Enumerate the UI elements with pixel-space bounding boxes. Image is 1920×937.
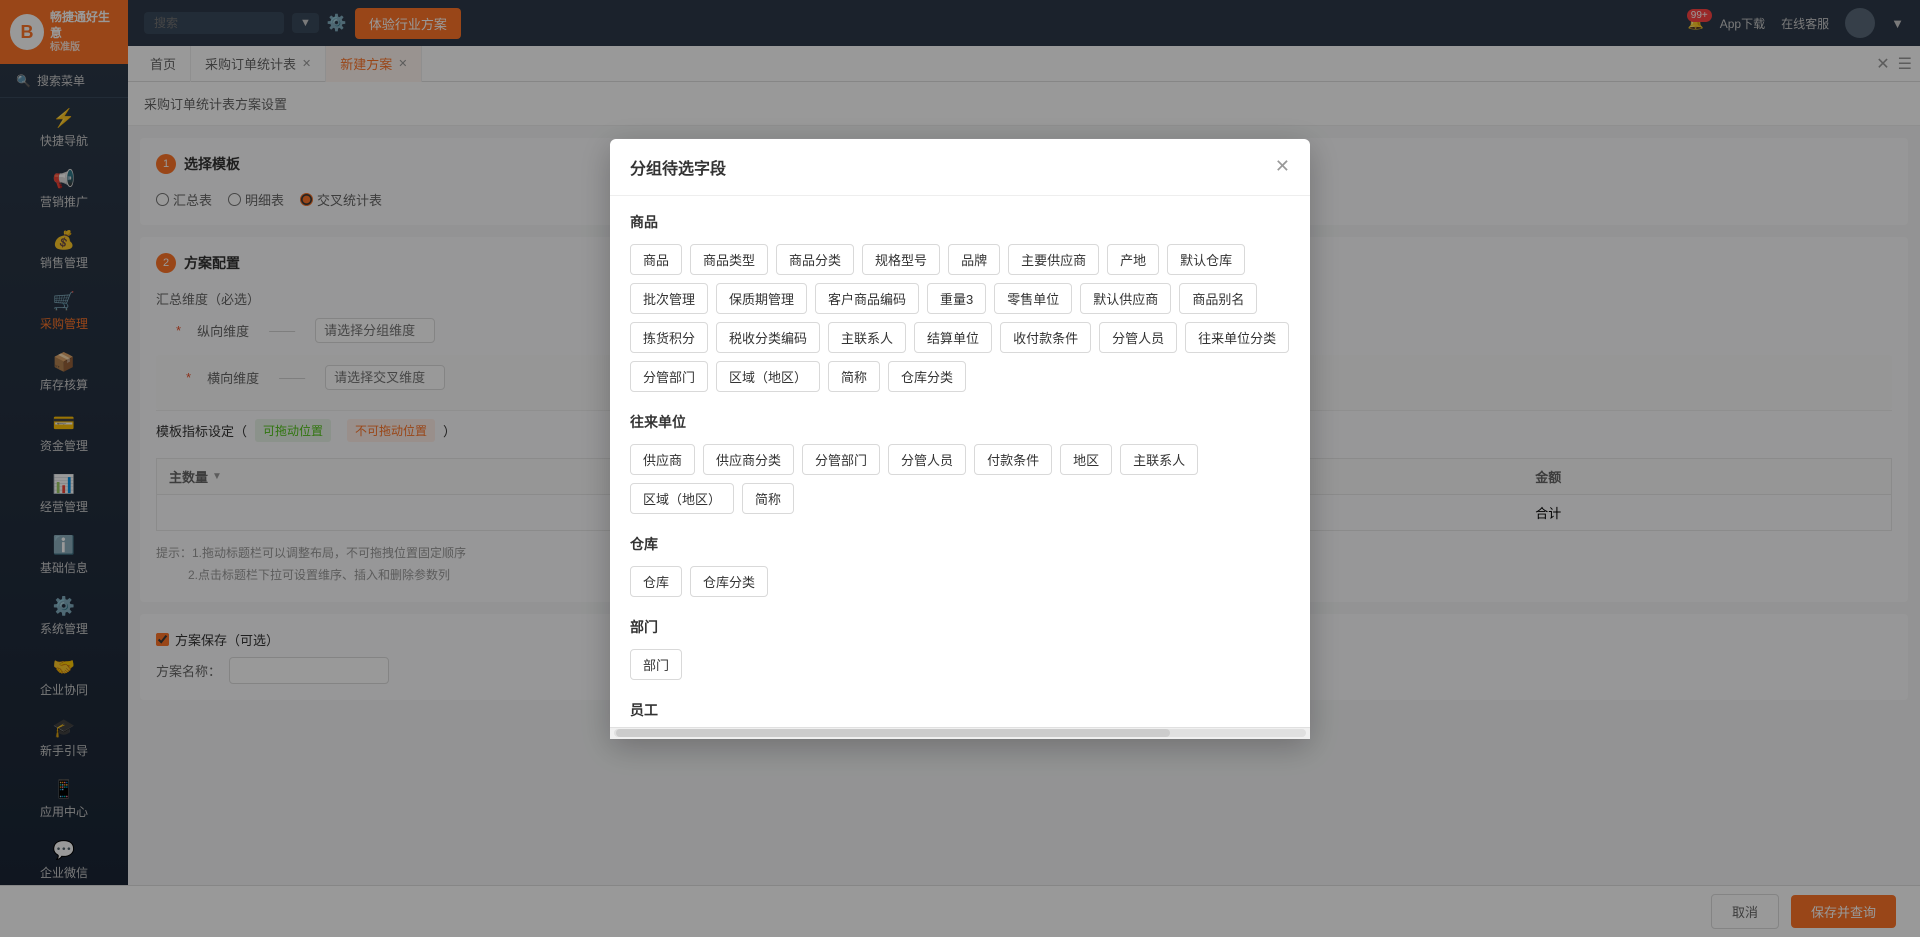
- field-short-name2[interactable]: 简称: [742, 483, 794, 514]
- field-customer-code[interactable]: 客户商品编码: [815, 283, 919, 314]
- modal-title: 分组待选字段: [630, 155, 726, 179]
- field-pick-points[interactable]: 拣货积分: [630, 322, 708, 353]
- field-default-supplier[interactable]: 默认供应商: [1080, 283, 1171, 314]
- field-short-name[interactable]: 简称: [828, 361, 880, 392]
- field-main-contact2[interactable]: 主联系人: [1120, 444, 1198, 475]
- section-employee-title: 员工: [630, 700, 1290, 720]
- field-settlement-unit[interactable]: 结算单位: [914, 322, 992, 353]
- field-retail-unit[interactable]: 零售单位: [994, 283, 1072, 314]
- section-dept: 部门 部门: [630, 617, 1290, 680]
- modal-close-btn[interactable]: ✕: [1275, 156, 1290, 177]
- modal-dialog: 分组待选字段 ✕ 商品 商品 商品类型 商品分类 规格型号 品牌 主要供应商 产…: [610, 139, 1310, 739]
- field-batch-mgmt[interactable]: 批次管理: [630, 283, 708, 314]
- field-expiry-mgmt[interactable]: 保质期管理: [716, 283, 807, 314]
- field-dept[interactable]: 分管部门: [802, 444, 880, 475]
- field-region2[interactable]: 区域（地区）: [630, 483, 734, 514]
- modal-header: 分组待选字段 ✕: [610, 139, 1310, 196]
- field-brand[interactable]: 品牌: [948, 244, 1000, 275]
- field-area[interactable]: 地区: [1060, 444, 1112, 475]
- warehouse-fields: 仓库 仓库分类: [630, 566, 1290, 597]
- modal-body[interactable]: 商品 商品 商品类型 商品分类 规格型号 品牌 主要供应商 产地 默认仓库 批次…: [610, 196, 1310, 727]
- field-product-type[interactable]: 商品类型: [690, 244, 768, 275]
- modal-horizontal-scrollbar[interactable]: [610, 727, 1310, 739]
- section-product-title: 商品: [630, 212, 1290, 232]
- field-product-category[interactable]: 商品分类: [776, 244, 854, 275]
- field-main-supplier[interactable]: 主要供应商: [1008, 244, 1099, 275]
- field-main-contact[interactable]: 主联系人: [828, 322, 906, 353]
- field-supplier-category[interactable]: 供应商分类: [703, 444, 794, 475]
- dept-fields: 部门: [630, 649, 1290, 680]
- field-tax-code[interactable]: 税收分类编码: [716, 322, 820, 353]
- section-employee: 员工 业务员: [630, 700, 1290, 727]
- section-dept-title: 部门: [630, 617, 1290, 637]
- field-weight[interactable]: 重量3: [927, 283, 986, 314]
- field-product-alias[interactable]: 商品别名: [1179, 283, 1257, 314]
- field-warehouse-cat[interactable]: 仓库分类: [690, 566, 768, 597]
- field-payment-terms[interactable]: 收付款条件: [1000, 322, 1091, 353]
- section-partner: 往来单位 供应商 供应商分类 分管部门 分管人员 付款条件 地区 主联系人 区域…: [630, 412, 1290, 514]
- field-supervisor-dept[interactable]: 分管部门: [630, 361, 708, 392]
- product-fields: 商品 商品类型 商品分类 规格型号 品牌 主要供应商 产地 默认仓库 批次管理 …: [630, 244, 1290, 392]
- field-region[interactable]: 区域（地区）: [716, 361, 820, 392]
- section-warehouse-title: 仓库: [630, 534, 1290, 554]
- field-origin[interactable]: 产地: [1107, 244, 1159, 275]
- field-department[interactable]: 部门: [630, 649, 682, 680]
- field-product[interactable]: 商品: [630, 244, 682, 275]
- field-warehouse-category[interactable]: 仓库分类: [888, 361, 966, 392]
- field-partner-category[interactable]: 往来单位分类: [1185, 322, 1289, 353]
- field-default-warehouse[interactable]: 默认仓库: [1167, 244, 1245, 275]
- field-warehouse[interactable]: 仓库: [630, 566, 682, 597]
- field-payment-cond[interactable]: 付款条件: [974, 444, 1052, 475]
- field-person[interactable]: 分管人员: [888, 444, 966, 475]
- field-supervisor[interactable]: 分管人员: [1099, 322, 1177, 353]
- field-spec-model[interactable]: 规格型号: [862, 244, 940, 275]
- section-warehouse: 仓库 仓库 仓库分类: [630, 534, 1290, 597]
- partner-fields: 供应商 供应商分类 分管部门 分管人员 付款条件 地区 主联系人 区域（地区） …: [630, 444, 1290, 514]
- section-partner-title: 往来单位: [630, 412, 1290, 432]
- section-product: 商品 商品 商品类型 商品分类 规格型号 品牌 主要供应商 产地 默认仓库 批次…: [630, 212, 1290, 392]
- field-supplier[interactable]: 供应商: [630, 444, 695, 475]
